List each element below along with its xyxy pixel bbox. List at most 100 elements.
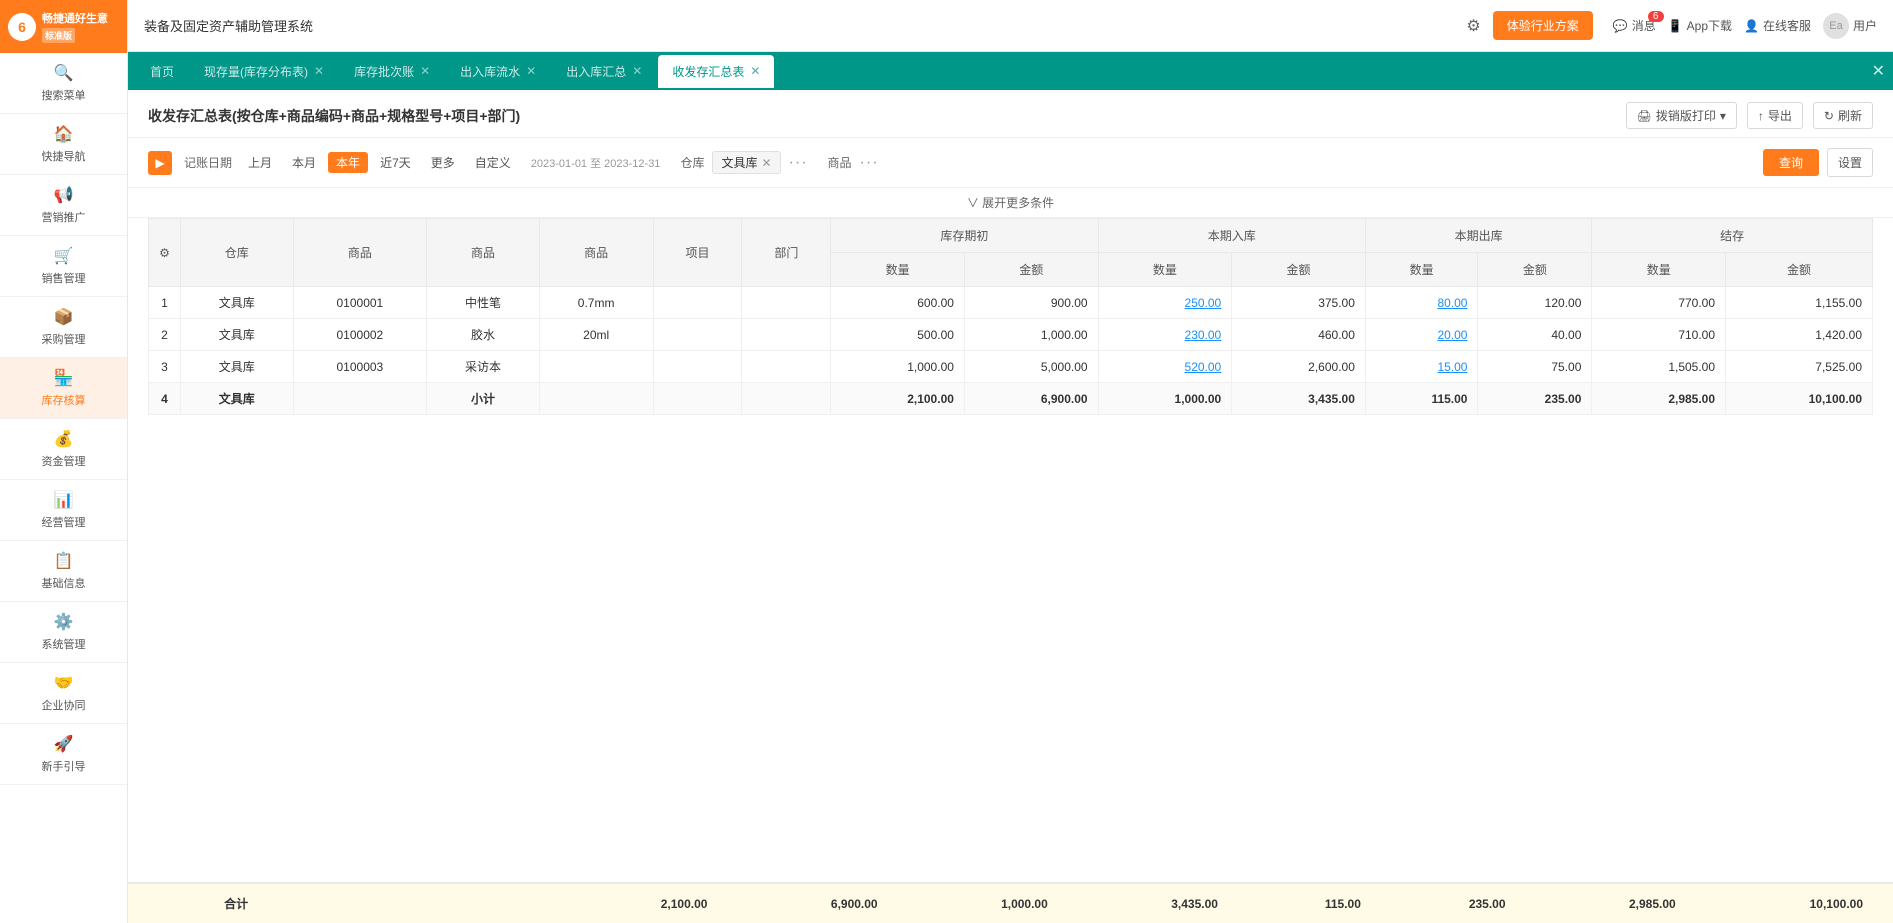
td-out-qty-link[interactable]: 80.00	[1437, 296, 1467, 310]
td-in-amt: 2,600.00	[1232, 351, 1366, 383]
goods-dots[interactable]: ···	[860, 154, 879, 172]
tab-inout-flow-close[interactable]: ✕	[526, 64, 536, 78]
export-btn[interactable]: ↑ 导出	[1747, 102, 1803, 129]
sidebar-item-finance[interactable]: 💰 资金管理	[0, 419, 127, 480]
td-in-qty-link[interactable]: 250.00	[1185, 296, 1222, 310]
tab-home[interactable]: 首页	[136, 55, 188, 88]
date-btn-custom[interactable]: 自定义	[467, 152, 519, 173]
td-out-qty: 115.00	[1365, 383, 1478, 415]
tabs-bar: 首页 现存量(库存分布表) ✕ 库存批次账 ✕ 出入库流水 ✕ 出入库汇总 ✕ …	[128, 52, 1893, 90]
sidebar-item-sales[interactable]: 🛒 销售管理	[0, 236, 127, 297]
tabs-close-all[interactable]: ✕	[1872, 61, 1885, 81]
td-out-qty[interactable]: 80.00	[1365, 287, 1478, 319]
warehouse-dots[interactable]: ···	[789, 154, 808, 172]
page: 收发存汇总表(按仓库+商品编码+商品+规格型号+项目+部门) 🖨 拨销版打印 ▾…	[128, 90, 1893, 923]
tab-stock-dist[interactable]: 现存量(库存分布表) ✕	[190, 55, 338, 88]
td-out-qty[interactable]: 15.00	[1365, 351, 1478, 383]
td-warehouse: 文具库	[181, 287, 294, 319]
td-in-qty[interactable]: 520.00	[1098, 351, 1232, 383]
date-btn-this-month[interactable]: 本月	[284, 152, 324, 173]
sidebar-item-collab[interactable]: 🤝 企业协同	[0, 663, 127, 724]
td-opening-amt: 900.00	[964, 287, 1098, 319]
date-label: 记账日期	[184, 154, 232, 171]
sidebar-label-search: 搜索菜单	[42, 87, 86, 103]
td-goods-name: 中性笔	[427, 287, 540, 319]
date-btn-last-month[interactable]: 上月	[240, 152, 280, 173]
service-icon: 👤	[1744, 19, 1759, 33]
tab-stock-dist-close[interactable]: ✕	[314, 64, 324, 78]
warehouse-label: 仓库	[680, 154, 704, 171]
th-opening-qty: 数量	[831, 253, 965, 287]
sidebar-item-system[interactable]: ⚙️ 系统管理	[0, 602, 127, 663]
td-in-qty-link[interactable]: 520.00	[1185, 360, 1222, 374]
th-goods-code: 商品	[293, 219, 427, 287]
query-btn[interactable]: 查询	[1763, 149, 1819, 176]
td-department	[742, 287, 831, 319]
td-no: 4	[149, 383, 181, 415]
marketing-icon: 📢	[54, 185, 74, 205]
td-in-qty[interactable]: 230.00	[1098, 319, 1232, 351]
sidebar-item-quick-nav[interactable]: 🏠 快捷导航	[0, 114, 127, 175]
th-end-qty: 数量	[1592, 253, 1726, 287]
tab-inout-flow[interactable]: 出入库流水 ✕	[446, 55, 550, 88]
sidebar-item-marketing[interactable]: 📢 营销推广	[0, 175, 127, 236]
system-icon: ⚙️	[54, 612, 74, 632]
warehouse-tag-close[interactable]: ✕	[761, 156, 771, 170]
operation-icon: 📊	[54, 490, 74, 510]
td-in-qty-link[interactable]: 230.00	[1185, 328, 1222, 342]
date-btn-more[interactable]: 更多	[423, 152, 463, 173]
sidebar-item-inventory[interactable]: 🏪 库存核算	[0, 358, 127, 419]
td-out-qty-link[interactable]: 20.00	[1437, 328, 1467, 342]
expand-more-btn[interactable]: ∨ 展开更多条件	[128, 188, 1893, 218]
user-avatar: Ea	[1823, 13, 1849, 39]
footer-in-amt: 3,435.00	[1058, 891, 1228, 916]
message-action[interactable]: 💬 消息 6	[1613, 17, 1656, 34]
tab-receive-summary-close[interactable]: ✕	[750, 64, 760, 78]
td-goods-name: 胶水	[427, 319, 540, 351]
td-in-amt: 375.00	[1232, 287, 1366, 319]
td-out-amt: 75.00	[1478, 351, 1592, 383]
th-opening: 库存期初	[831, 219, 1098, 253]
td-end-amt: 10,100.00	[1726, 383, 1873, 415]
td-in-amt: 3,435.00	[1232, 383, 1366, 415]
setting-btn[interactable]: 设置	[1827, 148, 1873, 177]
warehouse-tag[interactable]: 文具库 ✕	[712, 151, 780, 174]
td-opening-qty: 500.00	[831, 319, 965, 351]
td-project	[653, 383, 742, 415]
date-btn-this-year[interactable]: 本年	[328, 152, 368, 173]
td-out-qty-link[interactable]: 15.00	[1437, 360, 1467, 374]
system-title: 装备及固定资产辅助管理系统	[144, 16, 1454, 35]
tab-batch-account[interactable]: 库存批次账 ✕	[340, 55, 444, 88]
user-profile[interactable]: Ea 用户	[1823, 13, 1877, 39]
print-icon: 🖨	[1637, 109, 1652, 123]
topbar: 装备及固定资产辅助管理系统 ⚙ 体验行业方案 💬 消息 6 📱 App下载 👤 …	[128, 0, 1893, 52]
td-in-qty[interactable]: 250.00	[1098, 287, 1232, 319]
print-btn[interactable]: 🖨 拨销版打印 ▾	[1626, 102, 1737, 129]
sidebar-item-operation[interactable]: 📊 经营管理	[0, 480, 127, 541]
app-download-action[interactable]: 📱 App下载	[1668, 17, 1732, 34]
inventory-icon: 🏪	[54, 368, 74, 388]
tab-receive-summary[interactable]: 收发存汇总表 ✕	[658, 55, 774, 88]
td-goods-name: 采访本	[427, 351, 540, 383]
td-out-qty[interactable]: 20.00	[1365, 319, 1478, 351]
th-project: 项目	[653, 219, 742, 287]
sidebar-item-purchase[interactable]: 📦 采购管理	[0, 297, 127, 358]
filter-toggle[interactable]: ▶	[148, 151, 172, 175]
td-goods-spec: 20ml	[539, 319, 653, 351]
experience-btn[interactable]: 体验行业方案	[1493, 11, 1593, 40]
th-settings[interactable]: ⚙	[149, 219, 181, 287]
td-warehouse: 文具库	[181, 383, 294, 415]
sidebar-item-guide[interactable]: 🚀 新手引导	[0, 724, 127, 785]
date-btn-7days[interactable]: 近7天	[372, 152, 419, 173]
tab-inout-summary-close[interactable]: ✕	[632, 64, 642, 78]
refresh-btn[interactable]: ↻ 刷新	[1813, 102, 1873, 129]
td-warehouse: 文具库	[181, 351, 294, 383]
online-service-action[interactable]: 👤 在线客服	[1744, 17, 1811, 34]
sidebar-item-base-info[interactable]: 📋 基础信息	[0, 541, 127, 602]
th-goods-name: 商品	[427, 219, 540, 287]
tab-inout-summary[interactable]: 出入库汇总 ✕	[552, 55, 656, 88]
gear-icon[interactable]: ⚙	[1466, 16, 1480, 36]
sidebar-item-search[interactable]: 🔍 搜索菜单	[0, 53, 127, 114]
sidebar-label-collab: 企业协同	[42, 697, 86, 713]
tab-batch-account-close[interactable]: ✕	[420, 64, 430, 78]
